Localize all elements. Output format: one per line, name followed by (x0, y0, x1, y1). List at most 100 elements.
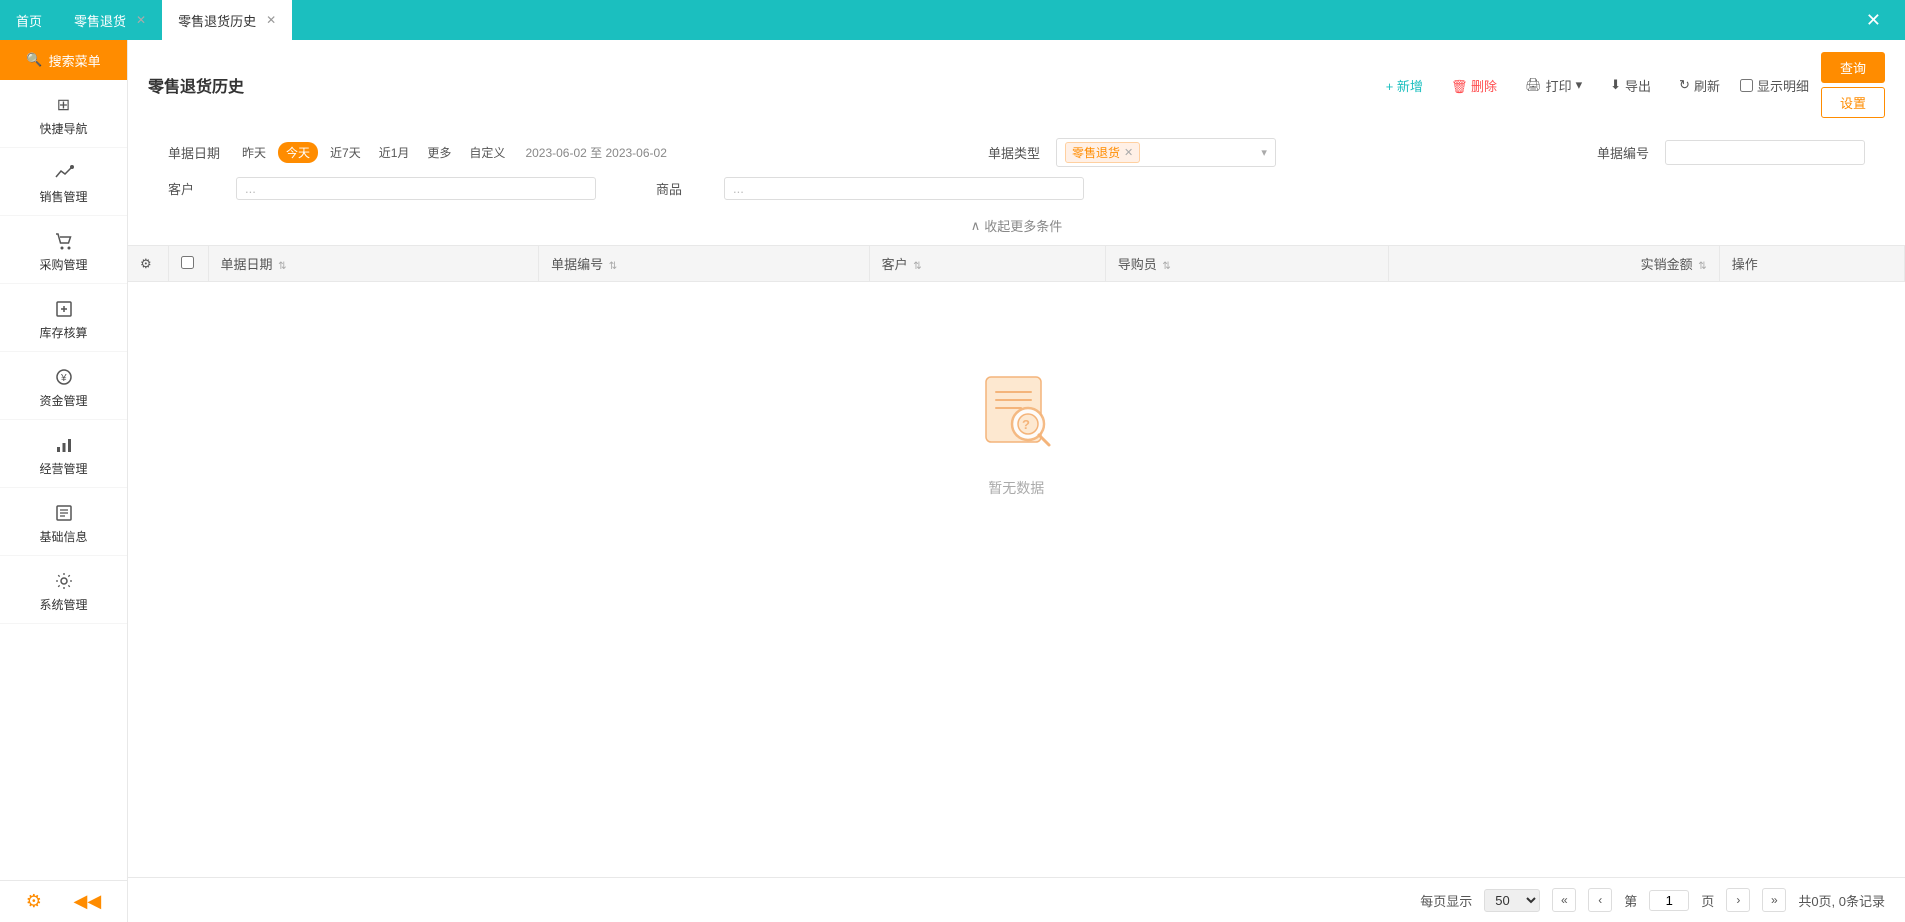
col-actual-amount-sort-icon: ⇅ (1698, 261, 1706, 272)
sidebar-item-basic-info[interactable]: 基础信息 (0, 488, 127, 556)
per-page-select[interactable]: 10 20 50 100 (1484, 889, 1540, 912)
sidebar-settings-icon[interactable]: ⚙ (26, 891, 42, 912)
goods-select[interactable]: ... (724, 177, 1084, 200)
print-button[interactable]: 🖨 打印 ▾ (1517, 72, 1590, 99)
tab-retail-return-history-close[interactable]: ✕ (266, 13, 276, 27)
page-suffix: 页 (1701, 891, 1714, 910)
goods-placeholder: ... (733, 181, 744, 196)
date-btn-1month[interactable]: 近1月 (373, 142, 416, 163)
svg-text:¥: ¥ (60, 373, 67, 384)
query-button[interactable]: 查询 (1821, 52, 1885, 83)
date-btn-more[interactable]: 更多 (421, 142, 457, 163)
total-record-label: 共0页, 0条记录 (1798, 891, 1885, 910)
search-icon: 🔍 (26, 52, 42, 68)
sidebar-item-system-mgmt[interactable]: 系统管理 (0, 556, 127, 624)
sidebar-item-operation-mgmt[interactable]: 经营管理 (0, 420, 127, 488)
doc-number-label: 单据编号 (1597, 143, 1657, 162)
col-checkbox[interactable] (168, 246, 208, 282)
sidebar-item-stock-calc-label: 库存核算 (39, 324, 87, 341)
export-button[interactable]: ⬇ 导出 (1602, 72, 1659, 99)
prev-page-button[interactable]: ‹ (1588, 888, 1612, 912)
window-close-button[interactable]: ✕ (1858, 6, 1889, 35)
sidebar-nav: ⊞ 快捷导航 销售管理 采购管理 库存核算 (0, 80, 127, 880)
tab-retail-return-history-label: 零售退货历史 (178, 11, 256, 30)
date-btn-custom[interactable]: 自定义 (463, 142, 511, 163)
tab-retail-return-label: 零售退货 (74, 11, 126, 30)
search-menu-button[interactable]: 🔍 搜索菜单 (0, 40, 127, 80)
sidebar-item-system-mgmt-label: 系统管理 (39, 596, 87, 613)
sidebar-item-quick-nav[interactable]: ⊞ 快捷导航 (0, 80, 127, 148)
export-label: 导出 (1625, 76, 1651, 95)
first-page-button[interactable]: « (1552, 888, 1576, 912)
collapse-bar[interactable]: ∧ 收起更多条件 (148, 210, 1885, 245)
refresh-button[interactable]: ↻ 刷新 (1671, 72, 1728, 99)
tab-retail-return-history[interactable]: 零售退货历史 ✕ (162, 0, 292, 40)
doc-type-tag-close[interactable]: ✕ (1124, 146, 1133, 159)
col-operation: 操作 (1719, 246, 1904, 282)
empty-state-icon: ? (966, 362, 1066, 462)
sidebar-item-finance-mgmt[interactable]: ¥ 资金管理 (0, 352, 127, 420)
tab-retail-return-close[interactable]: ✕ (136, 13, 146, 27)
last-page-button[interactable]: » (1762, 888, 1786, 912)
main-layout: 🔍 搜索菜单 ⊞ 快捷导航 销售管理 采购管理 (0, 40, 1905, 922)
col-doc-number-label: 单据编号 (551, 257, 603, 272)
date-btn-7days[interactable]: 近7天 (324, 142, 367, 163)
goods-label: 商品 (656, 179, 716, 198)
filter-section: 单据日期 昨天 今天 近7天 近1月 更多 自定义 2023-06-02 至 2… (148, 128, 1885, 200)
customer-placeholder: ... (245, 181, 256, 196)
quick-nav-icon: ⊞ (53, 94, 75, 116)
sales-mgmt-icon (53, 162, 75, 184)
sidebar-item-sales-mgmt[interactable]: 销售管理 (0, 148, 127, 216)
col-doc-number[interactable]: 单据编号 ⇅ (539, 246, 870, 282)
col-guide-sort-icon: ⇅ (1162, 261, 1170, 272)
date-btn-today[interactable]: 今天 (278, 142, 318, 163)
system-mgmt-icon (53, 570, 75, 592)
col-guide[interactable]: 导购员 ⇅ (1105, 246, 1388, 282)
per-page-label: 每页显示 (1420, 891, 1472, 910)
setting-button[interactable]: 设置 (1821, 87, 1885, 118)
display-toggle-label: 显示明细 (1757, 76, 1809, 95)
col-customer[interactable]: 客户 ⇅ (869, 246, 1105, 282)
doc-number-input[interactable] (1665, 140, 1865, 165)
delete-button[interactable]: 🗑 删除 (1443, 72, 1505, 99)
col-actual-amount-label: 实销金额 (1641, 257, 1693, 272)
sidebar-item-purchase-mgmt[interactable]: 采购管理 (0, 216, 127, 284)
date-btn-yesterday[interactable]: 昨天 (236, 142, 272, 163)
date-label: 单据日期 (168, 143, 228, 162)
sidebar-item-operation-mgmt-label: 经营管理 (39, 460, 87, 477)
empty-text: 暂无数据 (988, 478, 1044, 498)
sidebar-item-purchase-mgmt-label: 采购管理 (39, 256, 87, 273)
col-actual-amount[interactable]: 实销金额 ⇅ (1389, 246, 1720, 282)
col-settings[interactable]: ⚙ (128, 246, 168, 282)
filter-row-date: 单据日期 昨天 今天 近7天 近1月 更多 自定义 2023-06-02 至 2… (168, 138, 1865, 167)
display-toggle[interactable]: 显示明细 (1740, 76, 1809, 95)
col-guide-label: 导购员 (1118, 257, 1157, 272)
top-bar-right: ✕ (1858, 6, 1905, 35)
doc-type-select[interactable]: 零售退货 ✕ ▾ (1056, 138, 1276, 167)
customer-select[interactable]: ... (236, 177, 596, 200)
empty-state: ? 暂无数据 (128, 282, 1905, 578)
sidebar-audio-icon[interactable]: ◀◀ (74, 891, 102, 912)
doc-type-tag-label: 零售退货 (1072, 144, 1120, 161)
customer-label: 客户 (168, 179, 228, 198)
next-page-button[interactable]: › (1726, 888, 1750, 912)
finance-mgmt-icon: ¥ (53, 366, 75, 388)
sidebar-item-basic-info-label: 基础信息 (39, 528, 87, 545)
collapse-label: 收起更多条件 (984, 216, 1062, 235)
select-all-checkbox[interactable] (181, 256, 194, 269)
sidebar-item-stock-calc[interactable]: 库存核算 (0, 284, 127, 352)
new-button[interactable]: + 新增 (1378, 72, 1431, 99)
col-doc-date[interactable]: 单据日期 ⇅ (208, 246, 539, 282)
display-toggle-checkbox[interactable] (1740, 79, 1753, 92)
sidebar-item-sales-mgmt-label: 销售管理 (39, 188, 87, 205)
tab-retail-return[interactable]: 零售退货 ✕ (58, 0, 162, 40)
data-table: ⚙ 单据日期 ⇅ 单据编号 ⇅ (128, 246, 1905, 578)
toolbar: + 新增 🗑 删除 🖨 打印 ▾ ⬇ 导出 ↻ 刷新 (1378, 52, 1885, 118)
print-label: 打印 (1546, 76, 1572, 95)
page-number-input[interactable] (1649, 890, 1689, 911)
date-quick-btns: 昨天 今天 近7天 近1月 更多 自定义 2023-06-02 至 2023-0… (236, 142, 667, 163)
tab-home[interactable]: 首页 (0, 0, 58, 40)
doc-type-select-arrow: ▾ (1261, 146, 1267, 159)
sidebar-item-finance-mgmt-label: 资金管理 (39, 392, 87, 409)
doc-type-label: 单据类型 (988, 143, 1048, 162)
